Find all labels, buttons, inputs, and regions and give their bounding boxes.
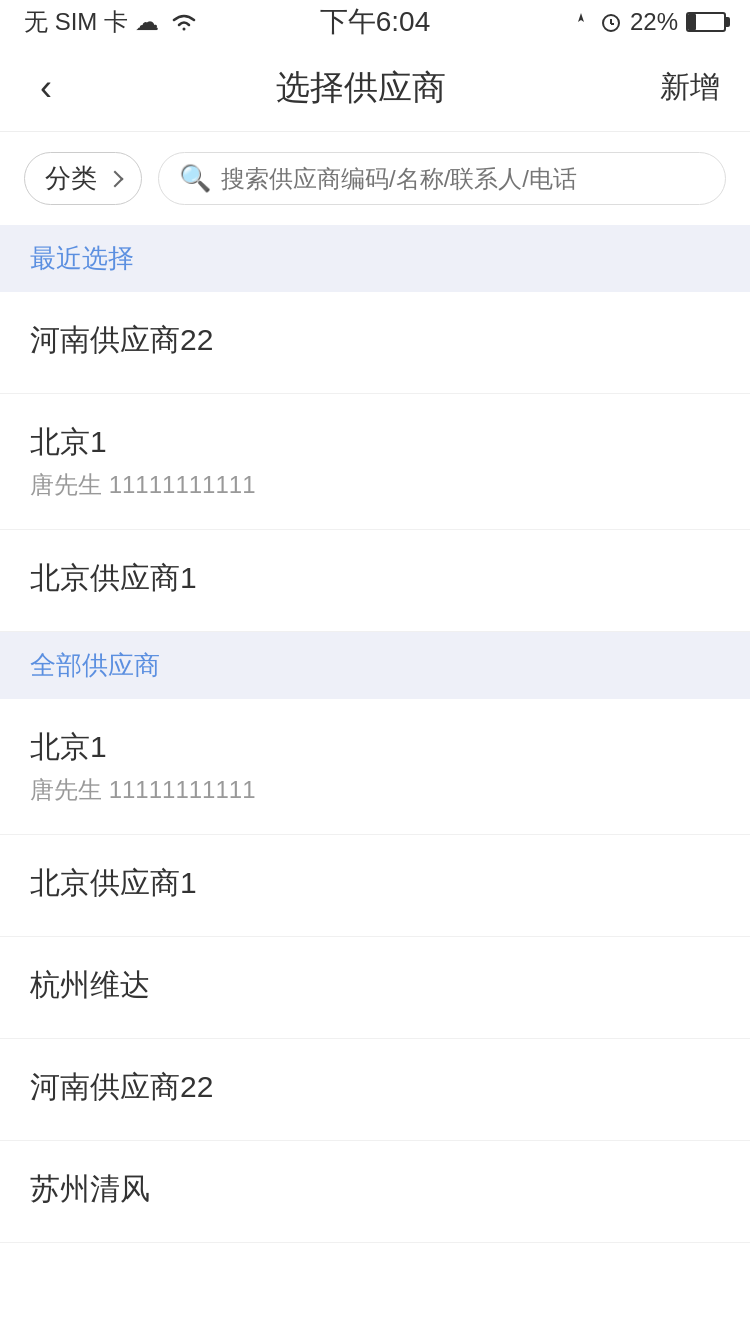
wifi-icon [169,11,199,33]
item-sub: 唐先生 11111111111 [30,469,720,501]
item-name: 北京供应商1 [30,558,720,599]
search-box: 🔍 [158,152,726,205]
list-item[interactable]: 北京1 唐先生 11111111111 [0,699,750,835]
item-name: 杭州维达 [30,965,720,1006]
status-left: 无 SIM 卡 ☁ [24,6,199,38]
nav-bar: ‹ 选择供应商 新增 [0,44,750,132]
list-item[interactable]: 河南供应商22 [0,1039,750,1141]
battery-percent: 22% [630,8,678,36]
back-button[interactable]: ‹ [30,57,62,119]
category-filter-button[interactable]: 分类 [24,152,142,205]
page-title: 选择供应商 [276,65,446,111]
list-item[interactable]: 北京供应商1 [0,530,750,632]
item-name: 北京1 [30,727,720,768]
all-section-header: 全部供应商 [0,632,750,699]
list-item[interactable]: 杭州维达 [0,937,750,1039]
all-section-label: 全部供应商 [30,650,160,680]
status-right: 22% [570,8,726,36]
status-bar: 无 SIM 卡 ☁ 下午6:04 22% [0,0,750,44]
list-item[interactable]: 河南供应商22 [0,292,750,394]
battery-icon [686,12,726,32]
recent-list: 河南供应商22 北京1 唐先生 11111111111 北京供应商1 [0,292,750,632]
add-supplier-button[interactable]: 新增 [660,67,720,108]
all-list: 北京1 唐先生 11111111111 北京供应商1 杭州维达河南供应商22 苏州清风 [0,699,750,1243]
recent-section-label: 最近选择 [30,243,134,273]
list-item[interactable]: 北京1 唐先生 11111111111 [0,394,750,530]
search-input[interactable] [221,165,705,193]
status-time: 下午6:04 [320,3,431,41]
item-sub: 唐先生 11111111111 [30,774,720,806]
search-icon: 🔍 [179,163,211,194]
item-name: 河南供应商22 [30,1067,720,1108]
category-label: 分类 [45,161,97,196]
item-name: 北京1 [30,422,720,463]
chevron-right-icon [107,170,124,187]
item-name: 北京供应商1 [30,863,720,904]
list-item[interactable]: 北京供应商1 [0,835,750,937]
item-name: 河南供应商22 [30,320,720,361]
alarm-icon [600,11,622,33]
no-sim-label: 无 SIM 卡 ☁ [24,6,159,38]
filter-bar: 分类 🔍 [0,132,750,225]
list-item[interactable]: 苏州清风 [0,1141,750,1243]
item-name: 苏州清风 [30,1169,720,1210]
location-icon [570,11,592,33]
recent-section-header: 最近选择 [0,225,750,292]
